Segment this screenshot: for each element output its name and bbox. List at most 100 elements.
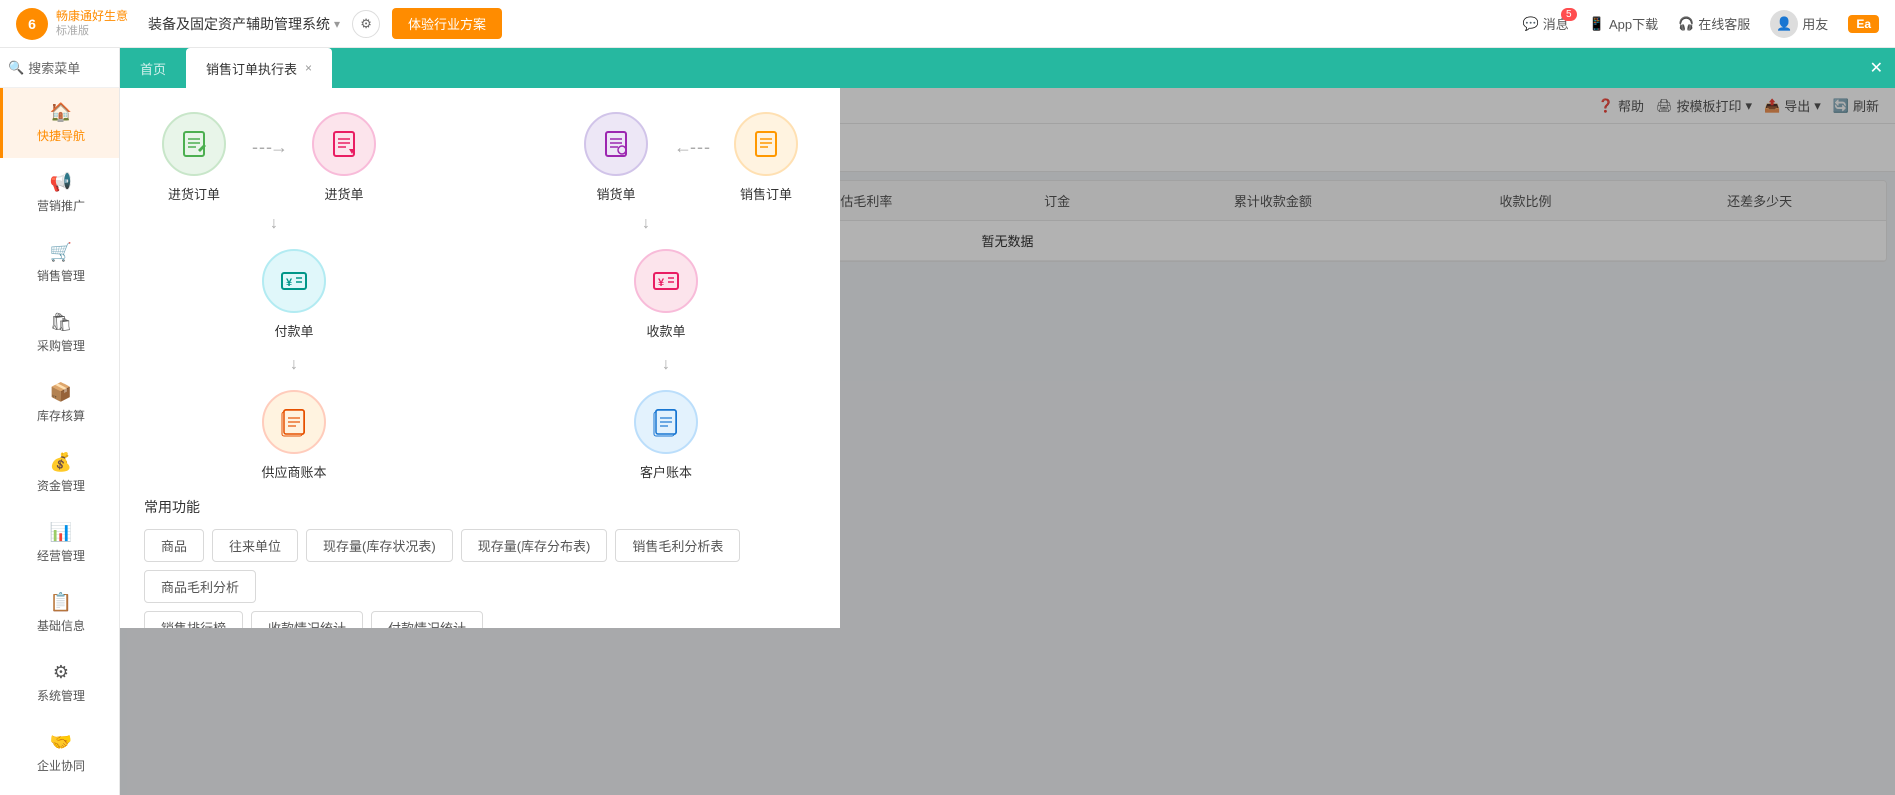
- sidebar-item-basic-info[interactable]: 📋 基础信息: [0, 578, 119, 648]
- payment-bill-label: 付款单: [274, 321, 313, 340]
- trial-button[interactable]: 体验行业方案: [392, 8, 502, 39]
- function-buttons-row2: 销售排行榜收款情况统计付款情况统计: [144, 611, 816, 628]
- page-content: ❓ 帮助 🖨 按模板打印 ▾ 📤 导出 ▾ 🔄: [120, 88, 1895, 795]
- purchase-bill-label: 进货单: [324, 184, 363, 203]
- online-service-label: 在线客服: [1698, 14, 1750, 33]
- main-layout: 🔍 搜索菜单 🏠 快捷导航 📢 营销推广 🛒 销售管理 🛍 采购管理 📦: [0, 48, 1895, 795]
- user-avatar: 👤: [1770, 10, 1798, 38]
- marketing-icon: 📢: [50, 172, 72, 193]
- tab-close-icon[interactable]: ×: [305, 61, 312, 75]
- sales-order-node[interactable]: 销售订单: [716, 112, 816, 203]
- sidebar-item-label: 营销推广: [37, 197, 85, 214]
- sidebar-item-label: 销售管理: [37, 267, 85, 284]
- sales-bill-label: 销货单: [597, 184, 636, 203]
- sidebar-item-system[interactable]: ⚙ 系统管理: [0, 648, 119, 718]
- sidebar-search[interactable]: 🔍 搜索菜单: [0, 48, 119, 88]
- sales-icon: 🛒: [50, 242, 72, 263]
- sidebar-item-sales[interactable]: 🛒 销售管理: [0, 228, 119, 298]
- function-btn[interactable]: 销售毛利分析表: [615, 529, 740, 562]
- content-area: 首页 销售订单执行表 × ✕ ❓ 帮助 🖨: [120, 48, 1895, 795]
- purchase-bill-node[interactable]: 进货单: [294, 112, 394, 203]
- system-icon: ⚙: [53, 662, 69, 683]
- enterprise-icon: 🤝: [50, 732, 72, 753]
- svg-text:¥: ¥: [286, 277, 293, 289]
- tab-home[interactable]: 首页: [120, 48, 186, 88]
- search-icon: 🔍: [8, 60, 24, 76]
- down-arrow-payment: ↓: [244, 356, 344, 374]
- function-btn[interactable]: 现存量(库存分布表): [461, 529, 608, 562]
- sidebar-item-finance[interactable]: 💰 资金管理: [0, 438, 119, 508]
- customer-ledger-node[interactable]: 客户账本: [616, 390, 716, 481]
- sidebar-item-purchase[interactable]: 🛍 采购管理: [0, 298, 119, 368]
- app-container: 6 畅康通好生意 标准版 装备及固定资产辅助管理系统 ▾ ⚙ 体验行业方案 💬 …: [0, 0, 1895, 795]
- online-service-button[interactable]: 🎧 在线客服: [1678, 14, 1750, 33]
- purchase-order-node[interactable]: 进货订单: [144, 112, 244, 203]
- tab-bar-close-icon[interactable]: ✕: [1870, 58, 1883, 78]
- settings-button[interactable]: ⚙: [352, 10, 380, 38]
- sidebar-item-newbie[interactable]: 📖 新手引导: [0, 788, 119, 795]
- supplier-ledger-circle: [262, 390, 326, 454]
- supplier-ledger-label: 供应商账本: [261, 462, 326, 481]
- sidebar-item-marketing[interactable]: 📢 营销推广: [0, 158, 119, 228]
- sales-bill-node[interactable]: 销货单: [566, 112, 666, 203]
- sidebar-item-operation[interactable]: 📊 经营管理: [0, 508, 119, 578]
- common-functions-title: 常用功能: [144, 497, 816, 517]
- sidebar-item-label: 资金管理: [37, 477, 85, 494]
- inventory-icon: 📦: [50, 382, 72, 403]
- supplier-ledger-node[interactable]: 供应商账本: [244, 390, 344, 481]
- logo-icon: 6: [16, 8, 48, 40]
- arrow-1: - - -→: [244, 137, 294, 158]
- purchase-order-label: 进货订单: [168, 184, 220, 203]
- tab-sales-order-exec[interactable]: 销售订单执行表 ×: [186, 48, 332, 88]
- header-right: 💬 消息 5 📱 App下载 🎧 在线客服 👤 用友 Ea: [1523, 10, 1879, 38]
- function-btn[interactable]: 现存量(库存状况表): [306, 529, 453, 562]
- flow-row-1: 进货订单 - - -→: [144, 112, 816, 203]
- payment-bill-node[interactable]: ¥ 付款单: [244, 249, 344, 340]
- function-btn[interactable]: 收款情况统计: [251, 611, 363, 628]
- sidebar-item-inventory[interactable]: 📦 库存核算: [0, 368, 119, 438]
- function-btn[interactable]: 付款情况统计: [371, 611, 483, 628]
- customer-ledger-circle: [634, 390, 698, 454]
- user-name-label: 用友: [1802, 14, 1828, 33]
- sidebar-item-label: 采购管理: [37, 337, 85, 354]
- receipt-bill-circle: ¥: [634, 249, 698, 313]
- function-btn[interactable]: 往来单位: [212, 529, 298, 562]
- function-btn[interactable]: 销售排行榜: [144, 611, 243, 628]
- sidebar-item-quick-guide[interactable]: 🏠 快捷导航: [0, 88, 119, 158]
- logo-area: 6 畅康通好生意 标准版: [16, 8, 136, 40]
- service-icon: 🎧: [1678, 16, 1694, 32]
- top-header: 6 畅康通好生意 标准版 装备及固定资产辅助管理系统 ▾ ⚙ 体验行业方案 💬 …: [0, 0, 1895, 48]
- function-btn[interactable]: 商品: [144, 529, 204, 562]
- sidebar-item-label: 库存核算: [37, 407, 85, 424]
- user-area[interactable]: 👤 用友: [1770, 10, 1828, 38]
- header-left: 6 畅康通好生意 标准版 装备及固定资产辅助管理系统 ▾ ⚙ 体验行业方案: [16, 8, 502, 40]
- tab-sales-label: 销售订单执行表: [206, 59, 297, 78]
- arrow-2: ←- - -: [666, 137, 716, 158]
- sales-order-circle: [734, 112, 798, 176]
- flow-row-4: ↓ ↓: [144, 356, 816, 374]
- tab-home-label: 首页: [140, 59, 166, 78]
- down-arrow-right: ↓: [596, 219, 696, 233]
- sidebar-item-enterprise[interactable]: 🤝 企业协同: [0, 718, 119, 788]
- title-chevron-icon: ▾: [334, 17, 340, 31]
- tab-bar: 首页 销售订单执行表 × ✕: [120, 48, 1895, 88]
- app-download-button[interactable]: 📱 App下载: [1589, 14, 1658, 33]
- operation-icon: 📊: [50, 522, 72, 543]
- message-button[interactable]: 💬 消息 5: [1523, 14, 1569, 33]
- quick-guide-panel: 进货订单 - - -→: [120, 88, 840, 628]
- function-btn[interactable]: 商品毛利分析: [144, 570, 256, 603]
- quick-guide-icon: 🏠: [50, 102, 72, 123]
- sidebar-item-label: 经营管理: [37, 547, 85, 564]
- receipt-bill-label: 收款单: [646, 321, 685, 340]
- sales-bill-circle: [584, 112, 648, 176]
- flow-row-3: ¥ 付款单: [144, 249, 816, 340]
- purchase-order-circle: [162, 112, 226, 176]
- system-title-dropdown[interactable]: 装备及固定资产辅助管理系统 ▾: [148, 14, 340, 34]
- sidebar-item-label: 基础信息: [37, 617, 85, 634]
- receipt-bill-node[interactable]: ¥ 收款单: [616, 249, 716, 340]
- down-arrow-receipt: ↓: [616, 356, 716, 374]
- flow-row-2: ↓ ↓: [144, 219, 816, 233]
- sidebar: 🔍 搜索菜单 🏠 快捷导航 📢 营销推广 🛒 销售管理 🛍 采购管理 📦: [0, 48, 120, 795]
- sidebar-item-label: 快捷导航: [37, 127, 85, 144]
- sidebar-item-label: 系统管理: [37, 687, 85, 704]
